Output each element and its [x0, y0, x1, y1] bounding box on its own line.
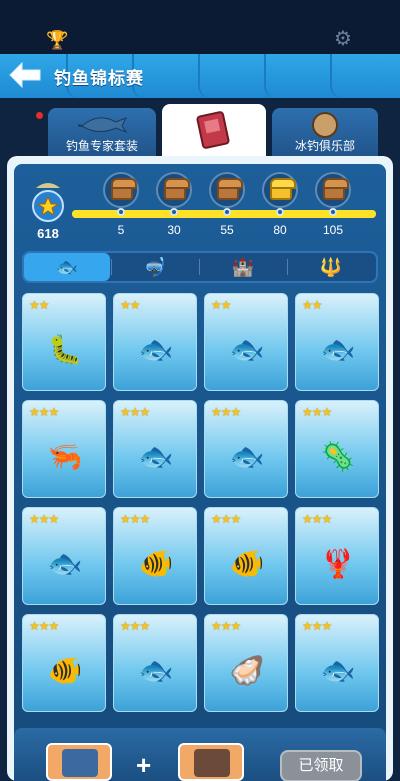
tuna-icon: 🐟: [320, 655, 356, 686]
stingray-icon: 🐟: [138, 441, 174, 472]
star-jar-icon: [32, 183, 64, 222]
swordfish-icon: [78, 117, 128, 134]
castle-shape: [194, 749, 230, 777]
tab-ice-club[interactable]: 冰钓俱乐部: [272, 108, 378, 158]
tab-expert-kit[interactable]: 钓鱼专家套装: [48, 108, 156, 158]
chest-icon: [111, 178, 137, 200]
star-rating: ★★: [302, 298, 322, 312]
milestone-dot: [276, 208, 284, 216]
clownfish-icon: 🐠: [138, 548, 174, 579]
claimed-button[interactable]: 已领取: [280, 750, 362, 781]
milestone-chest[interactable]: [103, 172, 139, 208]
salmon-icon: 🐟: [229, 334, 265, 365]
star-rating: ★★★: [211, 619, 241, 633]
reward-ship-icon[interactable]: [46, 743, 112, 781]
star-rating: ★★★: [29, 405, 59, 419]
game-screen: 🏆 ⚙ 钓鱼锦标赛 钓鱼专家套装 冰钓俱乐部 618 5 30 55 80 10…: [0, 0, 400, 781]
book-icon: [196, 111, 230, 149]
star-rating: ★★★: [120, 619, 150, 633]
gear-icon[interactable]: ⚙: [332, 28, 354, 50]
snapper-icon: 🐟: [138, 655, 174, 686]
star-count: 618: [37, 226, 59, 241]
chest-icon: [323, 178, 349, 200]
milestone-chest[interactable]: [209, 172, 245, 208]
back-arrow-icon[interactable]: [8, 60, 42, 90]
star-rating: ★★★: [302, 405, 332, 419]
header-wave: [264, 54, 330, 98]
reward-castle-icon[interactable]: [178, 743, 244, 781]
fish-card[interactable]: ★★ 🐟: [113, 293, 197, 391]
top-bar: 🏆 ⚙: [0, 0, 400, 54]
notification-dot: [36, 112, 43, 119]
milestone-dot: [170, 208, 178, 216]
star-rating: ★★: [120, 298, 140, 312]
fish-card[interactable]: ★★★ 🐟: [295, 614, 379, 712]
milestone-dot: [223, 208, 231, 216]
trident-icon[interactable]: 🔱: [288, 253, 374, 281]
fish-card[interactable]: ★★★ 🐠: [113, 507, 197, 605]
milestone-value: 80: [273, 223, 287, 237]
tab-label: 钓鱼专家套装: [65, 139, 138, 153]
star-rating: ★★★: [29, 619, 59, 633]
milestone-value: 5: [117, 223, 125, 237]
tab-label: 冰钓俱乐部: [294, 139, 355, 153]
header-wave: [198, 54, 264, 98]
fish-card[interactable]: ★★★ 🦐: [22, 400, 106, 498]
catfish-icon: 🐟: [138, 334, 174, 365]
fish-card[interactable]: ★★★ 🦞: [295, 507, 379, 605]
fisherman-avatar: [312, 112, 338, 138]
milestone-value: 105: [322, 223, 344, 237]
fish-card[interactable]: ★★★ 🦪: [204, 614, 288, 712]
lobster-icon: 🦞: [320, 548, 356, 579]
fish-card[interactable]: ★★ 🐟: [295, 293, 379, 391]
star-rating: ★★★: [211, 512, 241, 526]
bass-icon: 🐟: [229, 441, 265, 472]
chest-icon: [217, 178, 243, 200]
angelfish-icon: 🐠: [47, 655, 83, 686]
pearl-oyster-icon: 🦪: [229, 655, 265, 686]
virus-cell-icon: 🦠: [320, 441, 356, 472]
fish-card[interactable]: ★★★ 🐠: [22, 614, 106, 712]
fish-card[interactable]: ★★★ 🐟: [113, 614, 197, 712]
mackerel-icon: 🐟: [320, 334, 356, 365]
fish-card[interactable]: ★★ 🐟: [204, 293, 288, 391]
sea-slug-icon: 🐛: [47, 334, 83, 365]
header-wave: [330, 54, 396, 98]
plus-sign: +: [136, 750, 152, 780]
milestone-chest[interactable]: [156, 172, 192, 208]
fish-card[interactable]: ★★★ 🦠: [295, 400, 379, 498]
star-rating: ★★★: [302, 512, 332, 526]
fish-card[interactable]: ★★★ 🐟: [113, 400, 197, 498]
tab-book[interactable]: [162, 104, 266, 162]
star-rating: ★★★: [29, 512, 59, 526]
fish-card[interactable]: ★★★ 🐠: [204, 507, 288, 605]
fish-card[interactable]: ★★★ 🐟: [204, 400, 288, 498]
fish-filter-icon[interactable]: 🐟: [24, 253, 110, 281]
milestone-chest[interactable]: [315, 172, 351, 208]
fish-card[interactable]: ★★★ 🐟: [22, 507, 106, 605]
star-rating: ★★★: [211, 405, 241, 419]
milestone-value: 55: [220, 223, 234, 237]
flying-fish-icon: 🐟: [47, 548, 83, 579]
star-rating: ★★★: [302, 619, 332, 633]
star-rating: ★★★: [120, 512, 150, 526]
wrasse-icon: 🐠: [229, 548, 265, 579]
ship-shape: [62, 749, 98, 777]
milestone-value: 30: [167, 223, 181, 237]
chest-icon: [164, 178, 190, 200]
fish-card[interactable]: ★★ 🐛: [22, 293, 106, 391]
star-rating: ★★★: [120, 405, 150, 419]
milestone-dot: [329, 208, 337, 216]
shrimp-icon: 🦐: [47, 441, 83, 472]
trophy-icon[interactable]: 🏆: [46, 30, 68, 50]
star-rating: ★★: [29, 298, 49, 312]
milestone-chest[interactable]: [262, 172, 298, 208]
milestone-dot: [117, 208, 125, 216]
treasure-icon[interactable]: 🏰: [200, 253, 286, 281]
star-rating: ★★: [211, 298, 231, 312]
diving-mask-icon[interactable]: 🤿: [112, 253, 198, 281]
chest-icon: [270, 178, 296, 200]
page-title: 钓鱼锦标赛: [54, 69, 144, 88]
